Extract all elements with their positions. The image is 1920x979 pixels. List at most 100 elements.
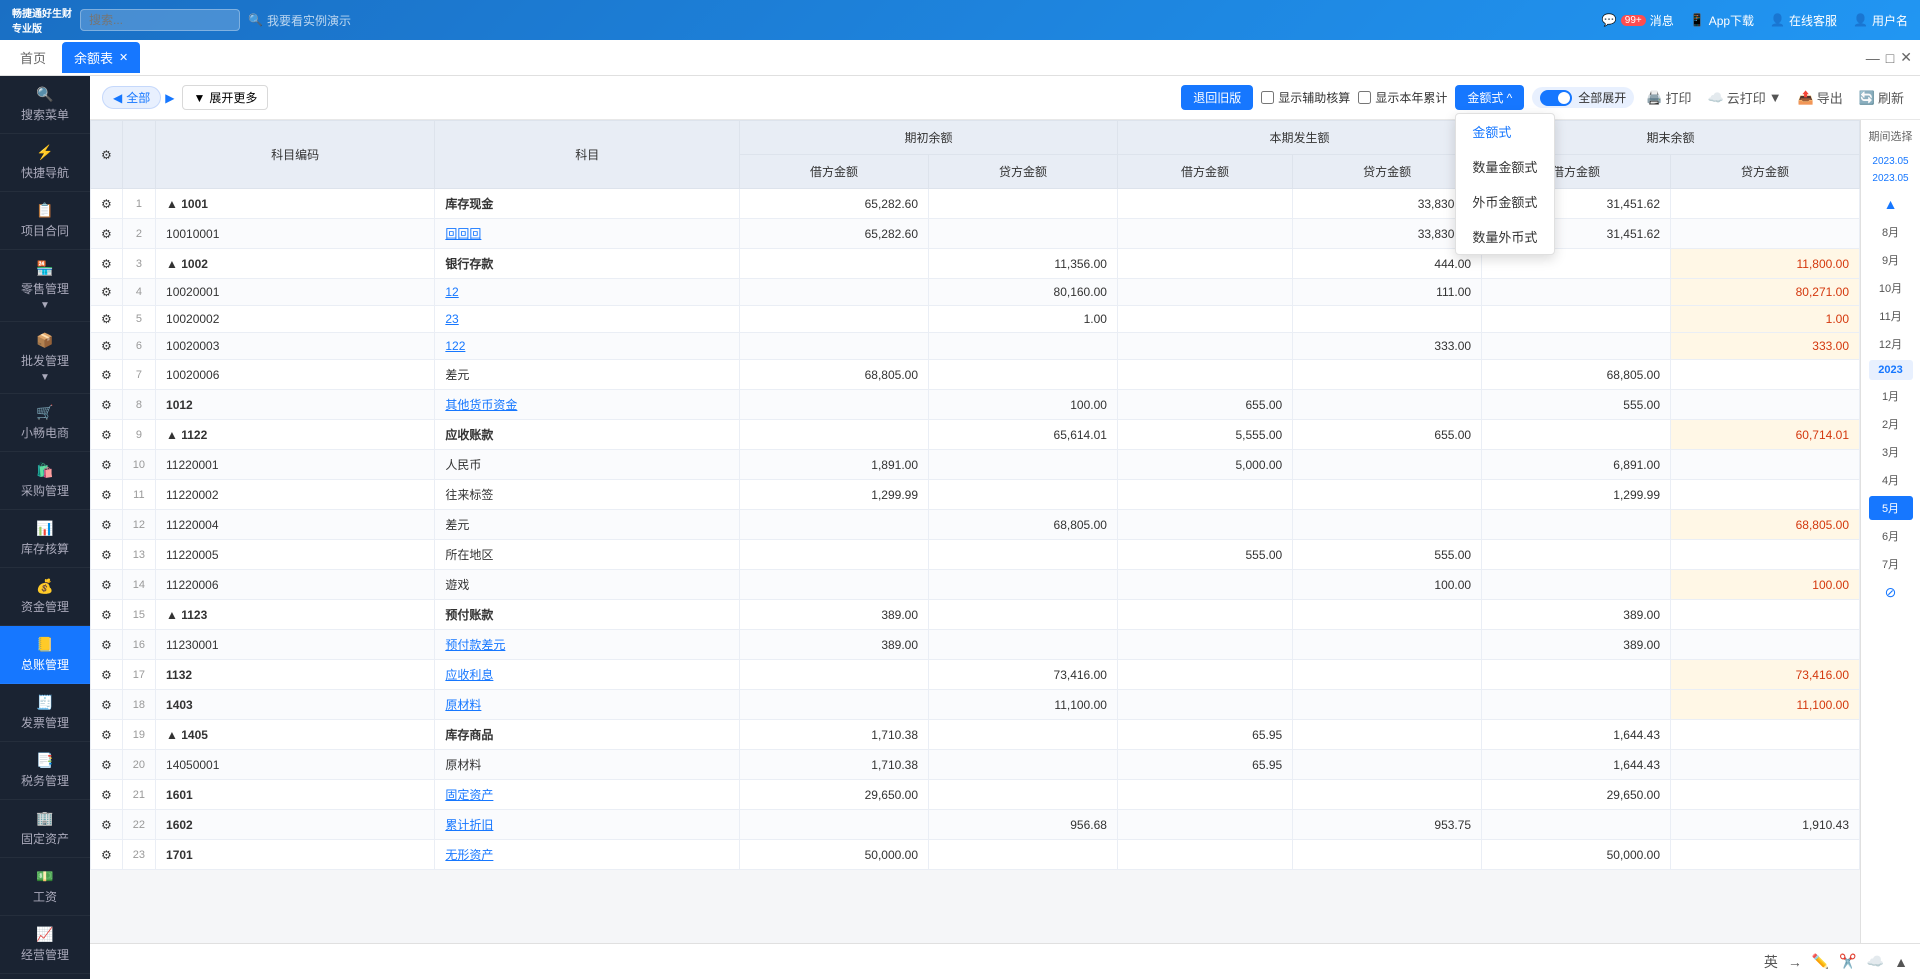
expand-more-button[interactable]: ▼ 展开更多	[182, 85, 268, 110]
bottom-icon-1[interactable]: 英	[1764, 952, 1778, 972]
month-5[interactable]: 5月	[1869, 496, 1913, 520]
bottom-icon-3[interactable]: ✏️	[1812, 953, 1829, 970]
row-settings-cell[interactable]: ⚙	[91, 360, 123, 390]
sidebar-item-small-sales[interactable]: 🧮 小畅报销	[0, 974, 90, 979]
checkbox-auxiliary-accounting[interactable]: 显示辅助核算	[1261, 89, 1350, 106]
sidebar-item-search-menu[interactable]: 🔍 搜索菜单	[0, 76, 90, 134]
period-year-start[interactable]: 2023.05	[1872, 156, 1908, 167]
row-subject-cell[interactable]: 12	[435, 279, 740, 306]
row-settings-cell[interactable]: ⚙	[91, 600, 123, 630]
month-4[interactable]: 4月	[1869, 468, 1913, 492]
row-subject-cell[interactable]: 122	[435, 333, 740, 360]
dropdown-item-amount-style[interactable]: 金额式	[1456, 114, 1554, 149]
row-settings-cell[interactable]: ⚙	[91, 540, 123, 570]
tab-close-button[interactable]: ✕	[1900, 49, 1912, 66]
sidebar-item-operations-management[interactable]: 📈 经营管理	[0, 916, 90, 974]
row-settings-cell[interactable]: ⚙	[91, 720, 123, 750]
row-settings-cell[interactable]: ⚙	[91, 189, 123, 219]
row-settings-cell[interactable]: ⚙	[91, 810, 123, 840]
row-subject-cell[interactable]: 预付款差元	[435, 630, 740, 660]
row-settings-cell[interactable]: ⚙	[91, 780, 123, 810]
month-10[interactable]: 10月	[1869, 276, 1913, 300]
row-settings-cell[interactable]: ⚙	[91, 450, 123, 480]
row-subject-cell[interactable]: 固定资产	[435, 780, 740, 810]
row-settings-cell[interactable]: ⚙	[91, 840, 123, 870]
bottom-icon-2[interactable]: →	[1788, 954, 1802, 970]
row-settings-cell[interactable]: ⚙	[91, 480, 123, 510]
month-11[interactable]: 11月	[1869, 304, 1913, 328]
month-8[interactable]: 8月	[1869, 220, 1913, 244]
row-subject-cell[interactable]: 应收利息	[435, 660, 740, 690]
month-9[interactable]: 9月	[1869, 248, 1913, 272]
sidebar-item-wholesale-management[interactable]: 📦 批发管理 ▼	[0, 322, 90, 394]
row-settings-cell[interactable]: ⚙	[91, 279, 123, 306]
row-settings-cell[interactable]: ⚙	[91, 219, 123, 249]
row-settings-cell[interactable]: ⚙	[91, 660, 123, 690]
tab-close-icon[interactable]: ✕	[119, 51, 128, 64]
cloud-print-button[interactable]: ☁️ 云打印 ▼	[1704, 84, 1786, 111]
month-nav-down[interactable]: ⊘	[1869, 580, 1913, 605]
sidebar-item-capital-management[interactable]: 💰 资金管理	[0, 568, 90, 626]
refresh-button[interactable]: 🔄 刷新	[1855, 84, 1908, 111]
sidebar-item-small-ecommerce[interactable]: 🛒 小畅电商	[0, 394, 90, 452]
row-subject-cell[interactable]: 累计折旧	[435, 810, 740, 840]
row-settings-cell[interactable]: ⚙	[91, 690, 123, 720]
global-search-input[interactable]	[80, 9, 240, 31]
sidebar-item-fixed-assets[interactable]: 🏢 固定资产	[0, 800, 90, 858]
sidebar-item-retail-management[interactable]: 🏪 零售管理 ▼	[0, 250, 90, 322]
month-1[interactable]: 1月	[1869, 384, 1913, 408]
expand-all-toggle[interactable]: 全部展开	[1532, 87, 1634, 108]
row-subject-cell[interactable]: 23	[435, 306, 740, 333]
bottom-icon-5[interactable]: ☁️	[1867, 953, 1884, 970]
app-download-action[interactable]: 📱 App下载	[1690, 12, 1754, 29]
bottom-icon-4[interactable]: ✂️	[1839, 953, 1856, 970]
user-profile[interactable]: 👤 用户名	[1853, 12, 1908, 29]
bottom-icon-6[interactable]: ▲	[1894, 954, 1908, 970]
dropdown-item-quantity-foreign-style[interactable]: 数量外币式	[1456, 219, 1554, 254]
checkbox-annual-cumulative[interactable]: 显示本年累计	[1358, 89, 1447, 106]
sidebar-item-purchase-management[interactable]: 🛍️ 采购管理	[0, 452, 90, 510]
row-subject-cell[interactable]: 原材料	[435, 690, 740, 720]
year-2023[interactable]: 2023	[1869, 360, 1913, 380]
row-settings-cell[interactable]: ⚙	[91, 420, 123, 450]
dropdown-item-foreign-amount-style[interactable]: 外币金额式	[1456, 184, 1554, 219]
row-settings-cell[interactable]: ⚙	[91, 306, 123, 333]
checkbox-auxiliary-input[interactable]	[1261, 91, 1274, 104]
tab-home[interactable]: 首页	[8, 42, 58, 73]
row-settings-cell[interactable]: ⚙	[91, 750, 123, 780]
month-nav-up[interactable]: ▲	[1869, 192, 1913, 216]
month-6[interactable]: 6月	[1869, 524, 1913, 548]
row-settings-cell[interactable]: ⚙	[91, 630, 123, 660]
sidebar-item-tax-management[interactable]: 📑 税务管理	[0, 742, 90, 800]
row-settings-cell[interactable]: ⚙	[91, 570, 123, 600]
sidebar-item-general-ledger[interactable]: 📒 总账管理	[0, 626, 90, 684]
month-2[interactable]: 2月	[1869, 412, 1913, 436]
dropdown-item-quantity-amount-style[interactable]: 数量金额式	[1456, 149, 1554, 184]
row-settings-cell[interactable]: ⚙	[91, 390, 123, 420]
export-button[interactable]: 📤 导出	[1794, 84, 1847, 111]
sidebar-item-inventory-accounting[interactable]: 📊 库存核算	[0, 510, 90, 568]
style-dropdown-button[interactable]: 金额式 ^	[1455, 85, 1524, 110]
month-7[interactable]: 7月	[1869, 552, 1913, 576]
sidebar-item-quick-nav[interactable]: ⚡ 快捷导航	[0, 134, 90, 192]
row-subject-cell[interactable]: 回回回	[435, 219, 740, 249]
row-subject-cell[interactable]: 其他货币资金	[435, 390, 740, 420]
tab-minimize-button[interactable]: —	[1866, 49, 1880, 66]
row-settings-cell[interactable]: ⚙	[91, 333, 123, 360]
sidebar-item-payroll[interactable]: 💵 工资	[0, 858, 90, 916]
month-3[interactable]: 3月	[1869, 440, 1913, 464]
period-year-end[interactable]: 2023.05	[1872, 173, 1908, 184]
row-settings-cell[interactable]: ⚙	[91, 510, 123, 540]
tab-maximize-button[interactable]: □	[1886, 49, 1894, 66]
messages-action[interactable]: 💬 99+ 消息	[1602, 12, 1674, 29]
breadcrumb-all[interactable]: ◀ 全部	[102, 86, 161, 109]
row-settings-cell[interactable]: ⚙	[91, 249, 123, 279]
online-service-action[interactable]: 👤 在线客服	[1770, 12, 1837, 29]
checkbox-annual-input[interactable]	[1358, 91, 1371, 104]
back-old-version-button[interactable]: 退回旧版	[1181, 85, 1253, 110]
row-subject-cell[interactable]: 无形资产	[435, 840, 740, 870]
sidebar-item-invoice-management[interactable]: 🧾 发票管理	[0, 684, 90, 742]
print-button[interactable]: 🖨️ 打印	[1642, 84, 1695, 111]
tab-balance-sheet[interactable]: 余额表 ✕	[62, 42, 140, 73]
sidebar-item-project-contract[interactable]: 📋 项目合同	[0, 192, 90, 250]
